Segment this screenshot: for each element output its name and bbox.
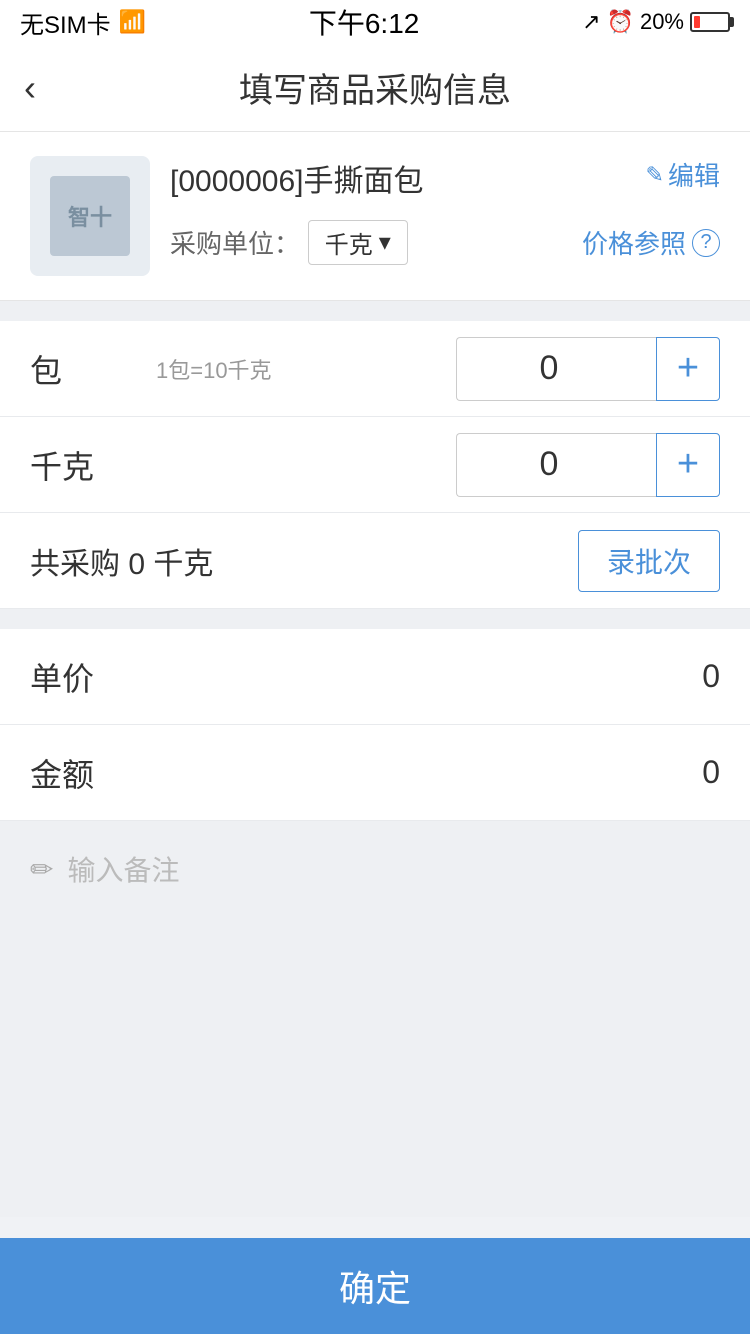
confirm-label: 确定 [339,1260,411,1312]
product-name: [0000006]手撕面包 [170,156,646,200]
product-card: 智十 [0000006]手撕面包 ✎ 编辑 采购单位： 千克 ▾ 价格参照 ? [0,132,750,301]
kg-plus-button[interactable]: + [656,433,720,497]
confirm-button[interactable]: 确定 [0,1238,750,1334]
time-label: 下午6:12 [309,2,420,42]
unit-select[interactable]: 千克 ▾ [308,220,408,265]
dropdown-arrow-icon: ▾ [379,228,391,257]
kg-label: 千克 [30,442,150,488]
product-info: [0000006]手撕面包 ✎ 编辑 采购单位： 千克 ▾ 价格参照 ? [170,156,720,265]
location-icon: ↗ [582,9,600,35]
back-button[interactable]: ‹ [24,67,36,109]
unit-value: 千克 [325,225,373,260]
wifi-icon: 📶 [119,9,146,35]
header: ‹ 填写商品采购信息 [0,44,750,132]
kg-input-row: 千克 + [0,417,750,513]
amount-label: 金额 [30,750,94,796]
edit-icon: ✎ [646,162,664,188]
batch-button[interactable]: 录批次 [578,530,720,592]
unit-price-value: 0 [702,658,720,695]
status-right: ↗ ⏰ 20% [582,9,730,35]
price-section: 单价 0 金额 0 [0,629,750,821]
amount-row: 金额 0 [0,725,750,821]
input-section: 包 1包=10千克 + 千克 + 共采购 0 千克 录批次 [0,321,750,609]
status-bar: 无SIM卡 📶 下午6:12 ↗ ⏰ 20% [0,0,750,44]
alarm-icon: ⏰ [607,9,634,35]
unit-price-label: 单价 [30,654,94,700]
battery-percent: 20% [640,9,684,35]
note-placeholder: 输入备注 [67,849,179,889]
pencil-icon: ✏ [30,853,53,886]
kg-input-right: + [150,433,720,497]
bag-plus-button[interactable]: + [656,337,720,401]
price-ref-button[interactable]: 价格参照 ? [582,224,720,261]
divider-2 [0,609,750,629]
bag-label: 包 [30,346,150,392]
note-section[interactable]: ✏ 输入备注 [0,821,750,917]
bag-input-row: 包 1包=10千克 + [0,321,750,417]
product-thumb-text: 智十 [50,176,130,256]
edit-label: 编辑 [668,156,720,193]
price-ref-label: 价格参照 [582,224,686,261]
bag-input-right: + [272,337,720,401]
page-title: 填写商品采购信息 [239,63,511,112]
battery-icon [690,12,730,32]
summary-text: 共采购 0 千克 [30,539,213,583]
unit-price-row: 单价 0 [0,629,750,725]
price-ref-help-icon: ? [692,229,720,257]
unit-label: 采购单位： [170,229,300,259]
edit-button[interactable]: ✎ 编辑 [646,156,720,193]
amount-value: 0 [702,754,720,791]
product-header: [0000006]手撕面包 ✎ 编辑 [170,156,720,200]
bag-sub-label: 1包=10千克 [156,353,272,385]
divider-1 [0,301,750,321]
summary-row: 共采购 0 千克 录批次 [0,513,750,609]
unit-left: 采购单位： 千克 ▾ [170,220,408,265]
battery-fill [694,16,700,28]
carrier-label: 无SIM卡 [20,5,111,40]
product-thumbnail: 智十 [30,156,150,276]
bottom-area [0,917,750,1217]
kg-quantity-input[interactable] [456,433,656,497]
status-left: 无SIM卡 📶 [20,5,146,40]
bag-quantity-input[interactable] [456,337,656,401]
product-unit-row: 采购单位： 千克 ▾ 价格参照 ? [170,220,720,265]
